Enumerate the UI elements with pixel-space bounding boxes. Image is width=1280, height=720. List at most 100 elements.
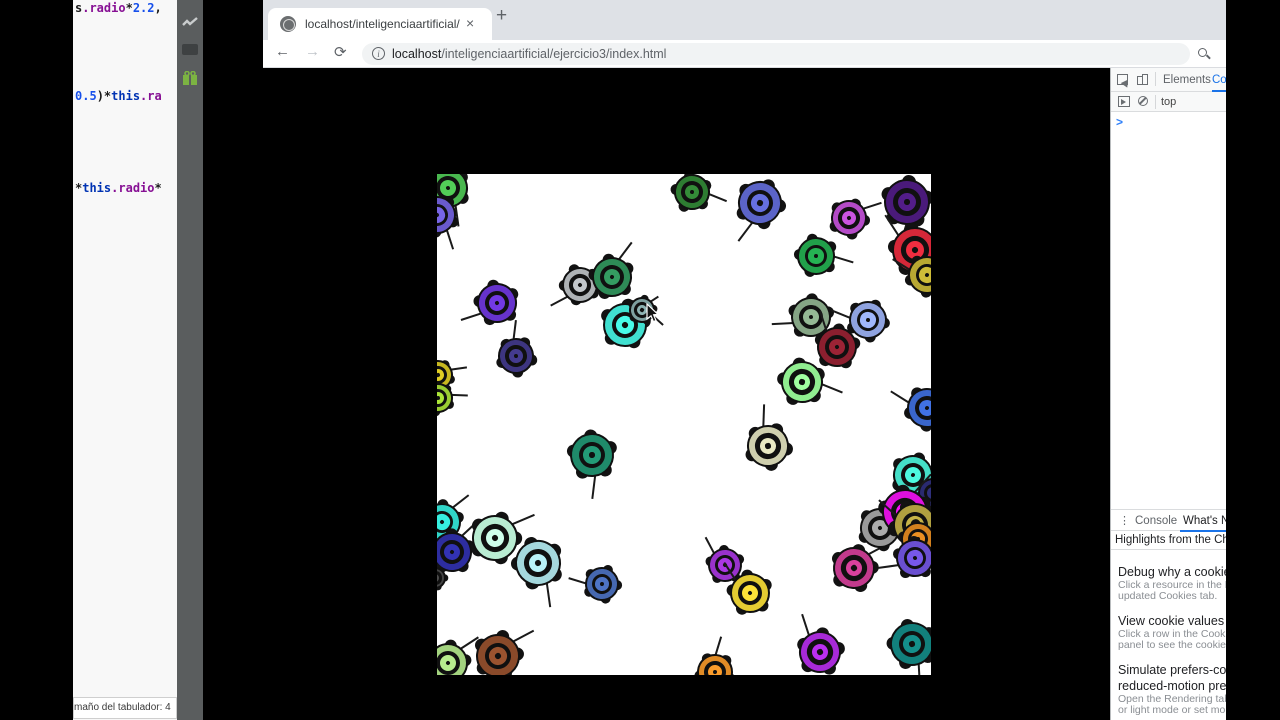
whats-new-item-description: or light mode or set mo: [1118, 704, 1226, 716]
code-token: 0.5: [75, 89, 97, 103]
turtle: [879, 174, 931, 248]
turtle: [793, 232, 854, 279]
code-token: .radio: [82, 1, 126, 15]
turtle-ring: [765, 443, 771, 449]
turtle-ring: [799, 379, 805, 385]
code-token: ,: [154, 1, 162, 15]
divider: [1155, 72, 1156, 86]
code-line: s.radio*2.2,: [75, 1, 162, 15]
turtle: [890, 382, 931, 434]
code-token: this: [111, 89, 141, 103]
turtle: [730, 174, 790, 242]
drawer-tab-whats-new[interactable]: What's New: [1183, 515, 1226, 527]
clear-console-icon[interactable]: [1138, 96, 1148, 106]
turtle-tail: [591, 474, 597, 499]
turtle-tail: [771, 322, 794, 326]
package-icon[interactable]: [182, 44, 198, 55]
turtle: [437, 564, 448, 592]
drawer-tab-bar: ⋮ Console What's New: [1111, 509, 1226, 532]
tab-elements[interactable]: Elements: [1163, 74, 1211, 86]
url-host: localhost: [392, 47, 442, 61]
turtle-tail: [512, 320, 517, 340]
code-line: 0.5)*this.ra: [75, 89, 162, 103]
tab-console[interactable]: Console: [1212, 74, 1226, 86]
turtle: [494, 320, 538, 378]
turtle-tail: [451, 393, 468, 396]
back-button[interactable]: ←: [275, 43, 290, 60]
globe-favicon-icon: [280, 16, 296, 32]
code-token: .ra: [140, 89, 162, 103]
whats-new-item-title[interactable]: Debug why a cookie w: [1118, 564, 1226, 580]
line-chart-icon[interactable]: [182, 16, 198, 30]
whats-new-item: Debug why a cookie wClick a resource in …: [1118, 564, 1226, 602]
turtle-tail: [510, 513, 535, 526]
active-drawer-tab-underline: [1180, 530, 1226, 532]
whats-new-item: View cookie values Click a row in the Coo…: [1118, 613, 1226, 651]
kebab-menu-icon[interactable]: ⋮: [1119, 514, 1130, 527]
turtle-tail: [762, 404, 765, 428]
turtle: [743, 404, 794, 472]
browser-tab[interactable]: localhost/inteligenciaartificial/e ×: [268, 8, 492, 40]
address-bar[interactable]: i localhost/inteligenciaartificial/ejerc…: [362, 43, 1190, 65]
turtle-tail: [446, 229, 455, 250]
whats-new-item-description: updated Cookies tab.: [1118, 590, 1218, 602]
turtle-ring: [589, 452, 595, 458]
whats-new-item-title[interactable]: Simulate prefers-colo: [1118, 662, 1226, 678]
tab-title: localhost/inteligenciaartificial/e: [305, 17, 460, 31]
turtle: [467, 625, 534, 675]
url-text[interactable]: localhost/inteligenciaartificial/ejercic…: [392, 47, 666, 61]
code-token: 2.2: [132, 1, 155, 15]
whats-new-header: Highlights from the Chrome: [1115, 534, 1226, 546]
code-line: *this.radio*: [75, 181, 162, 195]
tab-size-tooltip: maño del tabulador: 4: [73, 697, 177, 719]
mouse-cursor: [646, 303, 660, 323]
turtle-ring: [904, 199, 910, 205]
divider: [1155, 95, 1156, 109]
console-prompt-chevron[interactable]: >: [1116, 115, 1123, 129]
turtle: [437, 380, 468, 417]
reload-button[interactable]: ⟳: [334, 43, 347, 61]
new-tab-button[interactable]: +: [496, 5, 507, 27]
letterbox-right: [1226, 0, 1280, 720]
turtle-tail: [820, 383, 843, 394]
letterbox-left: [0, 0, 73, 720]
zoom-magnifier-icon[interactable]: [1198, 48, 1207, 57]
turtle-tail: [862, 201, 882, 210]
turtle-tail: [617, 241, 633, 261]
code-token: )*: [96, 89, 112, 103]
simulation-canvas[interactable]: [437, 174, 931, 675]
code-token: *: [125, 1, 133, 15]
browser-window: localhost/inteligenciaartificial/e × + ←…: [263, 0, 1226, 720]
turtle-tail: [878, 564, 900, 569]
turtle: [791, 614, 849, 675]
browser-toolbar: ← → ⟳ i localhost/inteligenciaartificial…: [263, 40, 1226, 68]
editor-activity-bar: [177, 0, 203, 720]
turtle-tail: [451, 494, 469, 509]
web-page: [263, 68, 1110, 720]
turtle-tail: [737, 221, 754, 242]
devtools-tab-bar: Elements Console: [1111, 68, 1226, 92]
turtle-tail: [708, 192, 728, 202]
gift-icon[interactable]: [182, 71, 198, 85]
turtle: [565, 428, 619, 499]
javascript-context-select[interactable]: top: [1161, 96, 1176, 108]
screen: s.radio*2.2, 0.5)*this.ra *this.radio* mañ…: [0, 0, 1280, 720]
drawer-tab-console[interactable]: Console: [1135, 515, 1177, 527]
code-token: this: [82, 181, 112, 195]
info-icon[interactable]: i: [372, 47, 385, 60]
background-gap: [203, 0, 263, 720]
turtle: [776, 356, 843, 407]
whats-new-item-description: panel to see the cookie: [1118, 639, 1226, 651]
turtle-ring: [437, 395, 441, 401]
url-path: /inteligenciaartificial/ejercicio3/index…: [441, 47, 667, 61]
whats-new-item-title[interactable]: reduced-motion prefe: [1118, 678, 1226, 694]
browser-tab-bar: localhost/inteligenciaartificial/e × +: [263, 0, 1226, 40]
turtle-tail: [450, 366, 467, 371]
turtle: [568, 563, 623, 605]
turtle-tail: [511, 629, 534, 643]
whats-new-item-title[interactable]: View cookie values: [1118, 613, 1226, 629]
tab-close-icon[interactable]: ×: [466, 15, 474, 31]
forward-button[interactable]: →: [305, 43, 320, 60]
turtle: [670, 174, 728, 214]
code-editor-panel[interactable]: s.radio*2.2, 0.5)*this.ra *this.radio*: [73, 0, 177, 720]
